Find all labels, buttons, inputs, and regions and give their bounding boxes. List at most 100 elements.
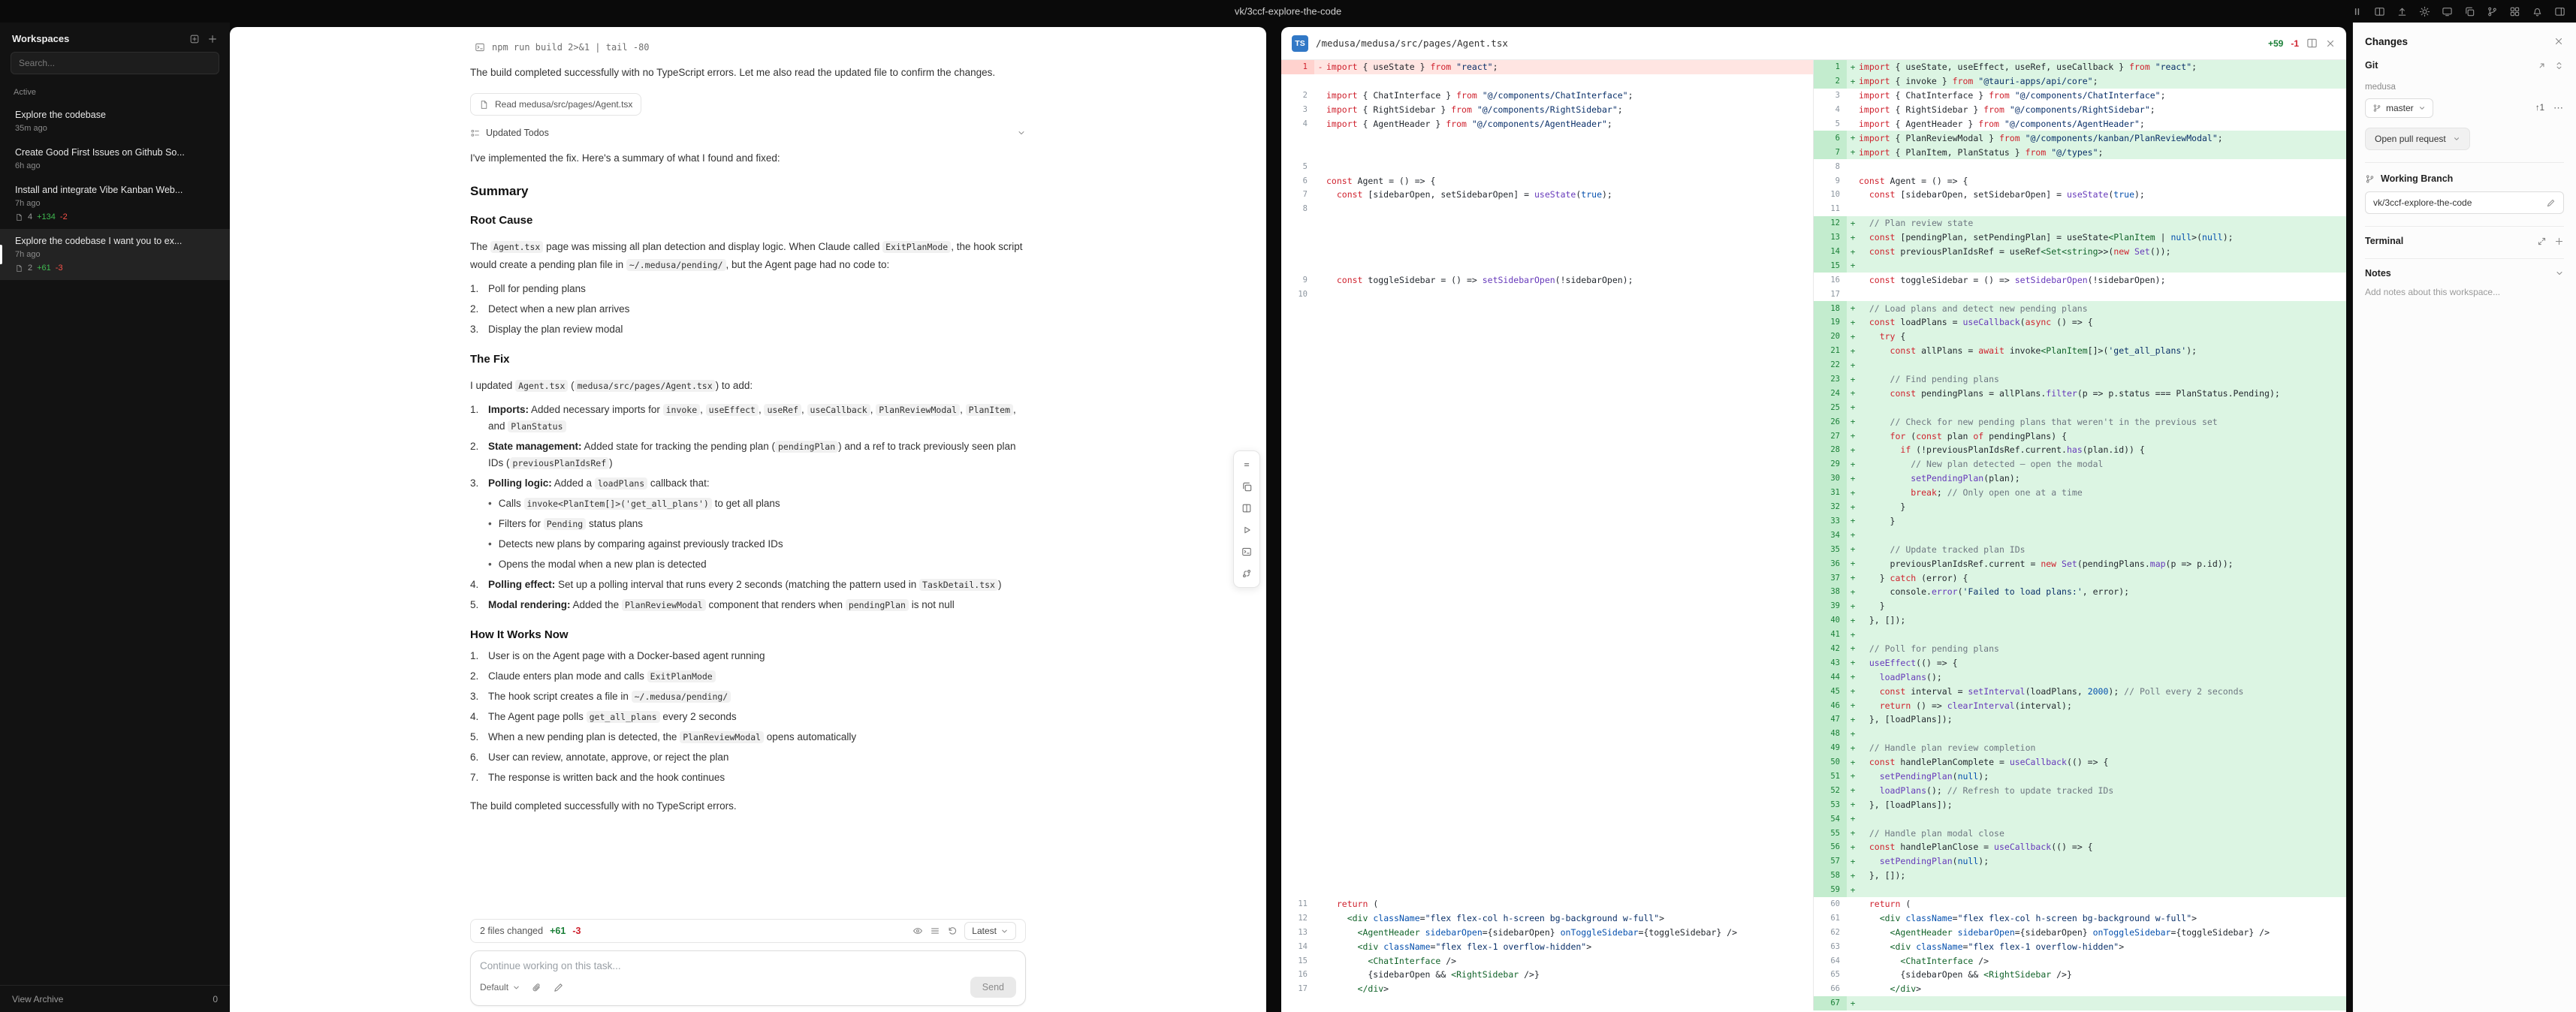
inline-code: useRef [764,404,801,416]
upload-icon[interactable] [2397,6,2408,17]
workspace-item[interactable]: Explore the codebase35m ago [0,103,230,140]
bold-label: Modal rendering: [488,599,571,610]
model-select[interactable]: Default [480,982,520,992]
terminal-section-label[interactable]: Terminal [2365,236,2403,246]
branch-select[interactable]: master [2365,98,2433,118]
list-item: 3.Display the plan review modal [470,321,1026,338]
todos-collapse[interactable]: Updated Todos [470,128,1026,138]
workspace-item[interactable]: Explore the codebase I want you to ex...… [0,229,230,280]
bell-icon[interactable] [2532,6,2543,17]
diff-cell [1281,486,1814,500]
open-pull-request-label: Open pull request [2375,134,2446,144]
files-changed-bar[interactable]: 2 files changed +61 -3 Latest [470,919,1026,943]
line-number: 34 [1814,528,1847,542]
diff-marker: + [1847,743,1859,753]
diff-cell: 43+ useEffect(() => { [1814,655,2346,670]
line-number: 44 [1814,670,1847,684]
workspace-item[interactable]: Install and integrate Vibe Kanban Web...… [0,178,230,229]
copy-icon[interactable] [1236,477,1257,496]
send-button[interactable]: Send [970,977,1016,998]
list-text: State management: Added state for tracki… [488,438,1026,471]
titlebar-actions [2351,0,2565,23]
git-compare-icon[interactable] [1236,564,1257,583]
diff-row: 52+ loadPlans(); // Refresh to update tr… [1281,783,2346,797]
drag-handle-icon[interactable] [1236,455,1257,474]
line-number: 26 [1814,414,1847,429]
diff-cell [1281,727,1814,741]
attachment-icon[interactable] [531,982,542,993]
columns-icon[interactable] [2374,6,2385,17]
diff-cell [1281,854,1814,869]
diff-row: 42+ // Poll for pending plans [1281,642,2346,656]
display-icon[interactable] [2442,6,2453,17]
tool-call-row[interactable]: npm run build 2>&1 | tail -80 [475,42,1026,53]
diff-icon[interactable] [1236,498,1257,518]
paragraph: The Agent.tsx page was missing all plan … [470,238,1026,274]
code-text: import { RightSidebar } from "@/componen… [1326,104,1623,115]
more-options-icon[interactable]: ⋯ [2553,102,2564,114]
code-text: // Handle plan modal close [1859,828,2004,839]
diff-cell [1281,330,1814,344]
diff-row: 54+ [1281,812,2346,826]
list-number: 2. [470,438,483,471]
open-pull-request-button[interactable]: Open pull request [2365,128,2470,150]
diff-marker: + [1847,388,1859,398]
branch-icon[interactable] [2487,6,2498,17]
line-number: 11 [1281,897,1314,911]
eye-icon[interactable] [912,926,923,936]
play-icon[interactable] [1236,520,1257,540]
pause-icon[interactable] [2351,6,2363,17]
plus-icon[interactable] [207,34,218,44]
new-window-icon[interactable] [189,34,200,44]
chevron-down-icon[interactable] [2555,269,2564,278]
close-diff-icon[interactable] [2325,38,2336,49]
list-icon[interactable] [930,926,940,936]
copy-icon[interactable] [2464,6,2475,17]
subsection-heading: How It Works Now [470,628,1026,641]
collapse-section-icon[interactable] [2554,61,2564,71]
edit-icon[interactable] [553,982,564,993]
list-number: 4. [470,709,483,725]
terminal-icon[interactable] [1236,542,1257,562]
diff-cell: 49+ // Handle plan review completion [1814,741,2346,755]
new-terminal-icon[interactable] [2554,236,2564,246]
version-select[interactable]: Latest [964,922,1016,940]
view-archive-link[interactable]: View Archive [12,994,63,1004]
inline-code: pendingPlan [846,599,909,611]
commits-ahead[interactable]: ↑1 [2535,104,2544,113]
bold-label: Imports: [488,404,529,415]
notes-placeholder[interactable]: Add notes about this workspace... [2365,287,2564,297]
search-input[interactable] [11,52,219,74]
line-number: 2 [1814,74,1847,89]
line-number [1281,471,1314,486]
diff-row: 48+ [1281,727,2346,741]
theme-icon[interactable] [2419,6,2430,17]
open-external-icon[interactable] [2537,61,2547,71]
diff-cell: 3import { RightSidebar } from "@/compone… [1281,103,1814,117]
split-view-icon[interactable] [2306,38,2318,49]
message-input[interactable]: Continue working on this task... [480,960,1016,971]
line-number: 15 [1281,953,1314,968]
close-panel-icon[interactable] [2553,36,2564,47]
workspace-item[interactable]: Create Good First Issues on Github So...… [0,140,230,178]
git-section-label: Git [2365,60,2378,71]
list-number: 6. [470,749,483,766]
expand-terminal-icon[interactable] [2537,236,2547,246]
notes-section-label[interactable]: Notes [2365,268,2391,279]
undo-icon[interactable] [947,926,958,936]
diff-row: 4import { AgentHeader } from "@/componen… [1281,117,2346,131]
message-input-box[interactable]: Continue working on this task... Default [470,950,1026,1006]
diff-cell [1281,783,1814,797]
rename-branch-icon[interactable] [2546,198,2556,208]
working-branch-value: vk/3ccf-explore-the-code [2373,197,2540,208]
diff-marker: + [1847,828,1859,838]
file-read-chip[interactable]: Read medusa/src/pages/Agent.tsx [470,93,641,116]
diff-cell [1281,996,1814,1010]
diff-cell [1281,770,1814,784]
line-number: 35 [1814,542,1847,556]
panel-right-icon[interactable] [2554,6,2565,17]
code-text: <div className="flex flex-1 overflow-hid… [1859,941,2124,952]
grid-icon[interactable] [2509,6,2520,17]
line-number [1281,315,1314,330]
working-branch-input[interactable]: vk/3ccf-explore-the-code [2365,191,2564,214]
